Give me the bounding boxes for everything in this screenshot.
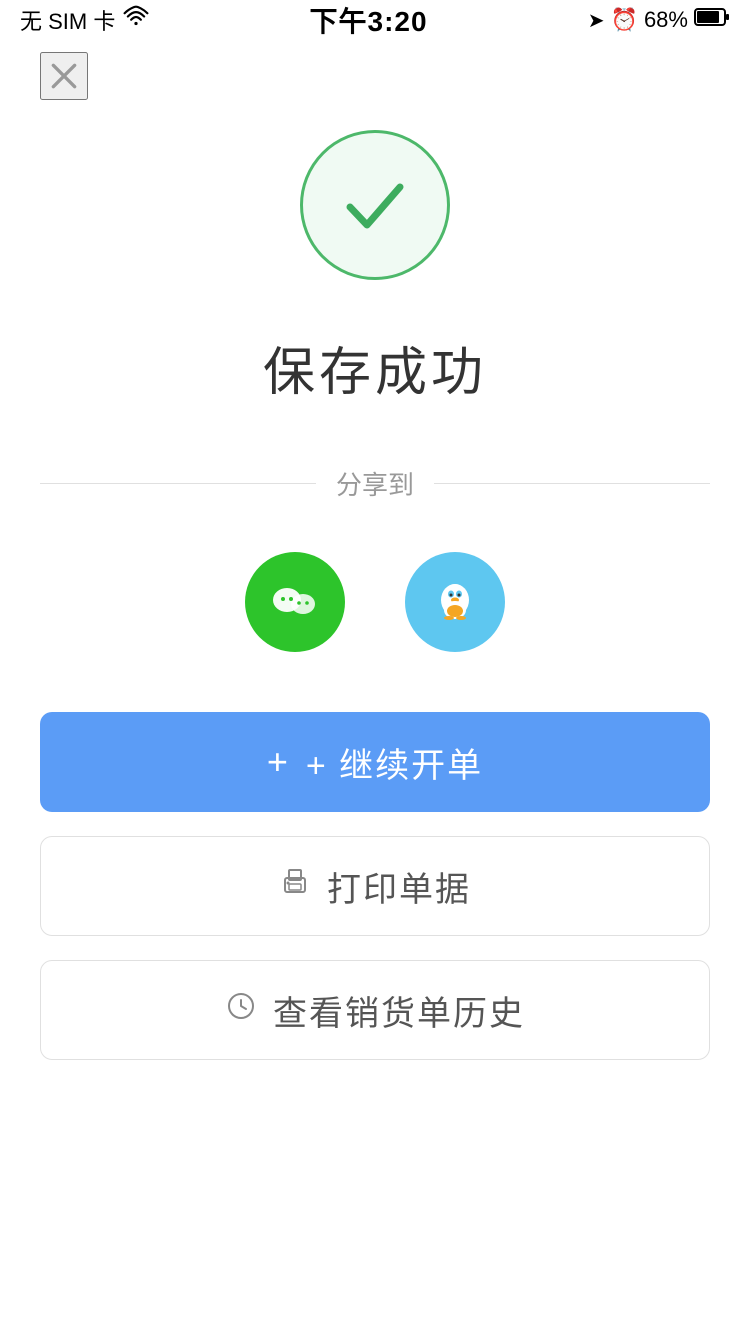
print-icon [279,866,311,907]
continue-button[interactable]: + + 继续开单 [40,712,710,812]
print-button[interactable]: 打印单据 [40,836,710,936]
status-left: 无 SIM 卡 [20,4,149,36]
status-right: ➤ ⏰ 68% [588,7,730,33]
continue-label: + 继续开单 [306,738,483,787]
success-icon-circle [300,130,450,280]
divider-right [434,483,710,484]
sim-status: 无 SIM 卡 [20,4,115,36]
close-button[interactable] [40,52,88,100]
history-label: 查看销货单历史 [273,986,525,1035]
history-button[interactable]: 查看销货单历史 [40,960,710,1060]
main-content: 保存成功 分享到 [0,40,750,1060]
wechat-share-button[interactable] [245,552,345,652]
location-icon: ➤ [588,8,605,33]
share-icons-row [40,552,710,652]
status-time: 下午3:20 [310,0,428,40]
success-title: 保存成功 [263,330,487,405]
history-icon [225,990,257,1031]
share-section: 分享到 [0,465,750,652]
continue-icon: + [267,741,290,783]
status-bar: 无 SIM 卡 下午3:20 ➤ ⏰ 68% [0,0,750,40]
share-label: 分享到 [336,465,414,502]
qq-share-button[interactable] [405,552,505,652]
alarm-icon: ⏰ [611,7,638,33]
wifi-icon [123,4,149,36]
print-label: 打印单据 [327,862,471,911]
battery-percent: 68% [644,7,688,33]
divider-left [40,483,316,484]
share-divider: 分享到 [40,465,710,502]
battery-icon [694,7,730,33]
action-buttons: + + 继续开单 打印单据 查看销货单历 [0,712,750,1060]
